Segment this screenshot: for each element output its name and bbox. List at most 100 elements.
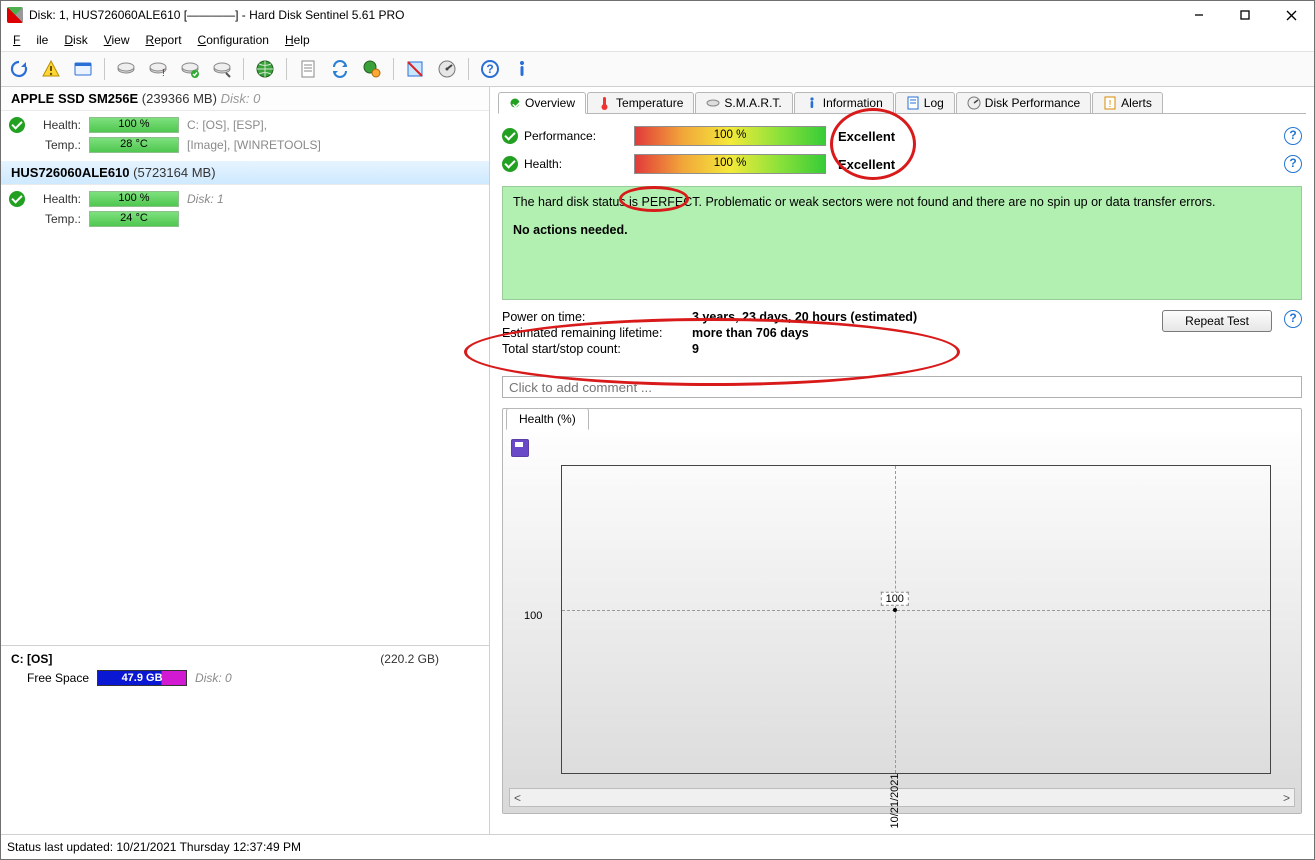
- remaining-label: Estimated remaining lifetime:: [502, 326, 692, 340]
- tab-label: Disk Performance: [985, 96, 1080, 110]
- info-icon[interactable]: [508, 55, 536, 83]
- svg-text:!: !: [162, 68, 165, 79]
- app-window: Disk: 1, HUS726060ALE610 [————] - Hard D…: [0, 0, 1315, 860]
- power-on-value: 3 years, 23 days, 20 hours (estimated): [692, 310, 917, 324]
- disk-tool-4-icon[interactable]: [208, 55, 236, 83]
- help-icon[interactable]: ?: [1284, 310, 1302, 328]
- scroll-left-icon[interactable]: <: [510, 791, 525, 805]
- tab-label: Log: [924, 96, 944, 110]
- comment-input[interactable]: [502, 376, 1302, 398]
- menu-configuration[interactable]: Configuration: [190, 31, 277, 49]
- disk-number: Disk: 1: [187, 192, 224, 206]
- chart-plot[interactable]: 100 100 10/21/2021: [561, 465, 1271, 774]
- sync-icon[interactable]: [326, 55, 354, 83]
- remaining-value: more than 706 days: [692, 326, 917, 340]
- check-icon: [9, 191, 25, 207]
- volume-disk-number: Disk: 0: [195, 671, 232, 685]
- disk-header: APPLE SSD SM256E (239366 MB) Disk: 0: [1, 87, 489, 111]
- data-point: [893, 608, 897, 612]
- chart-tab-label[interactable]: Health (%): [506, 408, 589, 430]
- volume-header[interactable]: C: [OS] (220.2 GB): [9, 650, 481, 668]
- world-config-icon[interactable]: [358, 55, 386, 83]
- volume-size: (220.2 GB): [380, 652, 439, 666]
- y-tick: 100: [524, 610, 542, 622]
- toolbar-separator: [393, 58, 394, 80]
- menu-file[interactable]: File: [5, 31, 56, 49]
- scroll-right-icon[interactable]: >: [1279, 791, 1294, 805]
- volume-row: Free Space 47.9 GB Disk: 0: [9, 668, 481, 694]
- disk-item[interactable]: APPLE SSD SM256E (239366 MB) Disk: 0 Hea…: [1, 87, 489, 161]
- warning-icon[interactable]: [37, 55, 65, 83]
- x-tick: 10/21/2021: [889, 773, 901, 828]
- health-bar: 100 %: [89, 191, 179, 207]
- toolbar-separator: [286, 58, 287, 80]
- horizontal-scrollbar[interactable]: < >: [509, 788, 1295, 807]
- tab-alerts[interactable]: ! Alerts: [1092, 92, 1163, 113]
- content: APPLE SSD SM256E (239366 MB) Disk: 0 Hea…: [1, 87, 1314, 834]
- comment-wrap: [502, 376, 1302, 398]
- health-row: Health: 100 % Excellent ?: [502, 150, 1302, 178]
- disk-name: APPLE SSD SM256E: [11, 91, 138, 106]
- app-icon: [7, 7, 23, 23]
- globe-icon[interactable]: [251, 55, 279, 83]
- disk-item[interactable]: HUS726060ALE610 (5723164 MB) Health: 100…: [1, 161, 489, 235]
- statusbar: Status last updated: 10/21/2021 Thursday…: [1, 834, 1314, 859]
- help-icon[interactable]: ?: [1284, 155, 1302, 173]
- status-perfect: PERFECT.: [642, 195, 702, 209]
- tab-smart[interactable]: S.M.A.R.T.: [695, 92, 792, 113]
- overview-body: Performance: 100 % Excellent ? Health: 1…: [498, 114, 1306, 814]
- minimize-button[interactable]: [1176, 1, 1222, 29]
- temp-label: Temp.:: [33, 138, 81, 152]
- disk-tool-1-icon[interactable]: [112, 55, 140, 83]
- performance-bar: 100 %: [634, 126, 826, 146]
- info-icon: [805, 96, 819, 110]
- tab-temperature[interactable]: Temperature: [587, 92, 694, 113]
- menu-report[interactable]: Report: [138, 31, 190, 49]
- health-label: Health:: [33, 118, 81, 132]
- help-icon[interactable]: ?: [476, 55, 504, 83]
- disk-rows: Health: 100 % Disk: 1 Temp.: 24 °C: [1, 185, 489, 235]
- tab-log[interactable]: Log: [895, 92, 955, 113]
- disk-icon: [706, 96, 720, 110]
- disk-header: HUS726060ALE610 (5723164 MB): [1, 161, 489, 185]
- temp-label: Temp.:: [33, 212, 81, 226]
- right-panel: Overview Temperature S.M.A.R.T. Informat…: [490, 87, 1314, 834]
- tab-label: S.M.A.R.T.: [724, 96, 781, 110]
- crosshair-vertical: [895, 466, 896, 773]
- status-text: Status last updated: 10/21/2021 Thursday…: [7, 840, 301, 854]
- report-icon[interactable]: [294, 55, 322, 83]
- benchmark-icon[interactable]: [433, 55, 461, 83]
- maximize-button[interactable]: [1222, 1, 1268, 29]
- disk-rows: Health: 100 % C: [OS], [ESP], Temp.: 28 …: [1, 111, 489, 161]
- menu-help[interactable]: Help: [277, 31, 318, 49]
- save-icon[interactable]: [511, 439, 529, 457]
- menu-view[interactable]: View: [96, 31, 138, 49]
- repeat-test-button[interactable]: Repeat Test: [1162, 310, 1272, 332]
- disk-size: (5723164 MB): [133, 165, 215, 180]
- disk-tool-2-icon[interactable]: !: [144, 55, 172, 83]
- help-icon[interactable]: ?: [1284, 127, 1302, 145]
- svg-text:?: ?: [486, 62, 493, 76]
- left-panel: APPLE SSD SM256E (239366 MB) Disk: 0 Hea…: [1, 87, 490, 834]
- toolbar-separator: [104, 58, 105, 80]
- free-space-label: Free Space: [27, 671, 89, 685]
- disk-tool-3-icon[interactable]: [176, 55, 204, 83]
- close-button[interactable]: [1268, 1, 1314, 29]
- refresh-icon[interactable]: [5, 55, 33, 83]
- health-bar: 100 %: [634, 154, 826, 174]
- panel-icon[interactable]: [69, 55, 97, 83]
- disk-partitions-2: [Image], [WINRETOOLS]: [187, 138, 321, 152]
- tab-disk-performance[interactable]: Disk Performance: [956, 92, 1091, 113]
- thermometer-icon: [598, 96, 612, 110]
- performance-label: Performance:: [524, 129, 596, 143]
- no-actions-text: No actions needed.: [513, 223, 1291, 237]
- check-icon: [502, 128, 518, 144]
- menu-disk[interactable]: Disk: [56, 31, 95, 49]
- tab-information[interactable]: Information: [794, 92, 894, 113]
- check-icon: [9, 117, 25, 133]
- performance-row: Performance: 100 % Excellent ?: [502, 122, 1302, 150]
- tests-icon[interactable]: [401, 55, 429, 83]
- tab-overview[interactable]: Overview: [498, 92, 586, 114]
- startstop-label: Total start/stop count:: [502, 342, 692, 356]
- tab-label: Temperature: [616, 96, 683, 110]
